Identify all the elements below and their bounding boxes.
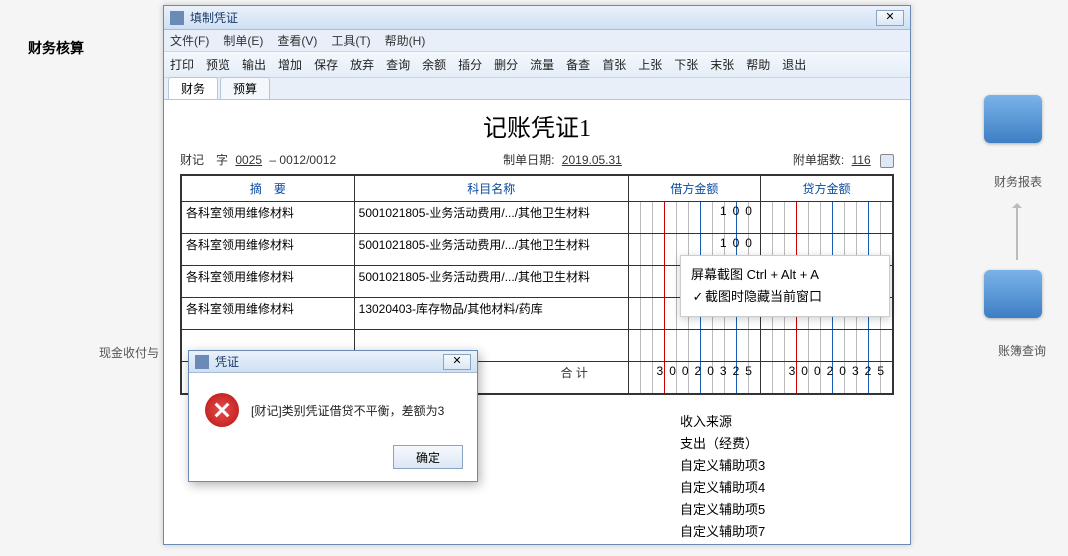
app-icon xyxy=(170,11,184,25)
tb-preview[interactable]: 预览 xyxy=(206,56,230,73)
window-close-button[interactable]: ✕ xyxy=(876,10,904,26)
tb-balance[interactable]: 余额 xyxy=(422,56,446,73)
tooltip-line2[interactable]: 截图时隐藏当前窗口 xyxy=(705,289,822,304)
tb-print[interactable]: 打印 xyxy=(170,56,194,73)
th-summary: 摘 要 xyxy=(182,176,355,202)
aux-expense[interactable]: 支出（经费） xyxy=(680,433,765,455)
dialog-icon xyxy=(195,355,209,369)
message-dialog: 凭证 ✕ [财记]类别凭证借贷不平衡，差额为3 确定 xyxy=(188,350,478,482)
aux-5[interactable]: 自定义辅助项5 xyxy=(680,499,765,521)
doc-date-label: 制单日期: xyxy=(503,153,554,167)
tb-next[interactable]: 下张 xyxy=(674,56,698,73)
tb-first[interactable]: 首张 xyxy=(602,56,626,73)
side-cash-label: 现金收付与 xyxy=(99,344,159,361)
menu-view[interactable]: 查看(V) xyxy=(277,32,317,49)
tab-budget[interactable]: 预算 xyxy=(220,77,270,99)
arrow-icon xyxy=(1016,204,1018,260)
screenshot-tooltip: 屏幕截图 Ctrl + Alt + A ✓截图时隐藏当前窗口 xyxy=(680,255,890,317)
aux-income[interactable]: 收入来源 xyxy=(680,411,765,433)
cell-subject[interactable]: 5001021805-业务活动费用/.../其他卫生材料 xyxy=(354,234,628,266)
doc-date[interactable]: 2019.05.31 xyxy=(558,153,626,167)
menubar: 文件(F) 制单(E) 查看(V) 工具(T) 帮助(H) xyxy=(164,30,910,52)
window-title: 填制凭证 xyxy=(190,9,876,26)
error-icon xyxy=(205,393,239,427)
doc-title: 记账凭证1 xyxy=(164,100,910,147)
th-credit: 贷方金额 xyxy=(760,176,892,202)
total-debit: 30020325 xyxy=(657,364,758,378)
doc-attach[interactable]: 116 xyxy=(848,153,875,167)
tb-add[interactable]: 增加 xyxy=(278,56,302,73)
cell-subject[interactable]: 5001021805-业务活动费用/.../其他卫生材料 xyxy=(354,266,628,298)
cell-summary[interactable]: 各科室领用维修材料 xyxy=(182,266,355,298)
th-subject: 科目名称 xyxy=(354,176,628,202)
total-credit: 30020325 xyxy=(789,364,890,378)
dialog-close-button[interactable]: ✕ xyxy=(443,354,471,370)
magnify-icon[interactable] xyxy=(880,154,894,168)
doc-seq: 0012/0012 xyxy=(279,153,336,167)
shortcut-fin-icon[interactable] xyxy=(984,95,1042,143)
doc-prefix: 财记 字 xyxy=(180,153,228,167)
table-row[interactable]: 各科室领用维修材料5001021805-业务活动费用/.../其他卫生材料100 xyxy=(182,202,893,234)
dialog-text: [财记]类别凭证借贷不平衡，差额为3 xyxy=(251,402,444,419)
cell-credit[interactable] xyxy=(760,202,892,234)
shortcut-query-icon[interactable] xyxy=(984,270,1042,318)
shortcut-report-label: 财务报表 xyxy=(994,173,1042,190)
toolbar: 打印 预览 输出 增加 保存 放弃 查询 余额 插分 删分 流量 备查 首张 上… xyxy=(164,52,910,78)
dialog-ok-button[interactable]: 确定 xyxy=(393,445,463,469)
cell-summary[interactable]: 各科室领用维修材料 xyxy=(182,298,355,330)
cell-debit[interactable]: 100 xyxy=(628,202,760,234)
tb-ins[interactable]: 插分 xyxy=(458,56,482,73)
tooltip-line1: 屏幕截图 Ctrl + Alt + A xyxy=(691,264,879,286)
tb-export[interactable]: 输出 xyxy=(242,56,266,73)
menu-voucher[interactable]: 制单(E) xyxy=(223,32,263,49)
th-debit: 借方金额 xyxy=(628,176,760,202)
cell-subject[interactable]: 13020403-库存物品/其他材料/药库 xyxy=(354,298,628,330)
tb-help[interactable]: 帮助 xyxy=(746,56,770,73)
cell-subject[interactable]: 5001021805-业务活动费用/.../其他卫生材料 xyxy=(354,202,628,234)
tb-discard[interactable]: 放弃 xyxy=(350,56,374,73)
menu-tools[interactable]: 工具(T) xyxy=(331,32,370,49)
tb-exit[interactable]: 退出 xyxy=(782,56,806,73)
cell-summary[interactable]: 各科室领用维修材料 xyxy=(182,202,355,234)
cell-summary[interactable]: 各科室领用维修材料 xyxy=(182,234,355,266)
doc-no[interactable]: 0025 xyxy=(231,153,266,167)
doc-meta: 财记 字 0025 – 0012/0012 制单日期: 2019.05.31 附… xyxy=(164,147,910,172)
tabs: 财务 预算 xyxy=(164,78,910,100)
doc-attach-label: 附单据数: xyxy=(793,153,844,167)
tab-fin[interactable]: 财务 xyxy=(168,77,218,99)
window-titlebar: 填制凭证 ✕ xyxy=(164,6,910,30)
tb-save[interactable]: 保存 xyxy=(314,56,338,73)
tb-query[interactable]: 查询 xyxy=(386,56,410,73)
tb-prev[interactable]: 上张 xyxy=(638,56,662,73)
tb-del[interactable]: 删分 xyxy=(494,56,518,73)
menu-file[interactable]: 文件(F) xyxy=(170,32,209,49)
menu-help[interactable]: 帮助(H) xyxy=(385,32,426,49)
shortcut-query-label: 账簿查询 xyxy=(998,342,1046,359)
aux-3[interactable]: 自定义辅助项3 xyxy=(680,455,765,477)
page-title: 财务核算 xyxy=(28,38,84,58)
tb-last[interactable]: 末张 xyxy=(710,56,734,73)
tb-flow[interactable]: 流量 xyxy=(530,56,554,73)
aux-7[interactable]: 自定义辅助项7 xyxy=(680,521,765,543)
aux-list: 收入来源 支出（经费） 自定义辅助项3 自定义辅助项4 自定义辅助项5 自定义辅… xyxy=(680,411,765,543)
aux-4[interactable]: 自定义辅助项4 xyxy=(680,477,765,499)
dialog-title: 凭证 xyxy=(215,353,443,370)
tb-review[interactable]: 备查 xyxy=(566,56,590,73)
check-icon: ✓ xyxy=(691,286,705,308)
